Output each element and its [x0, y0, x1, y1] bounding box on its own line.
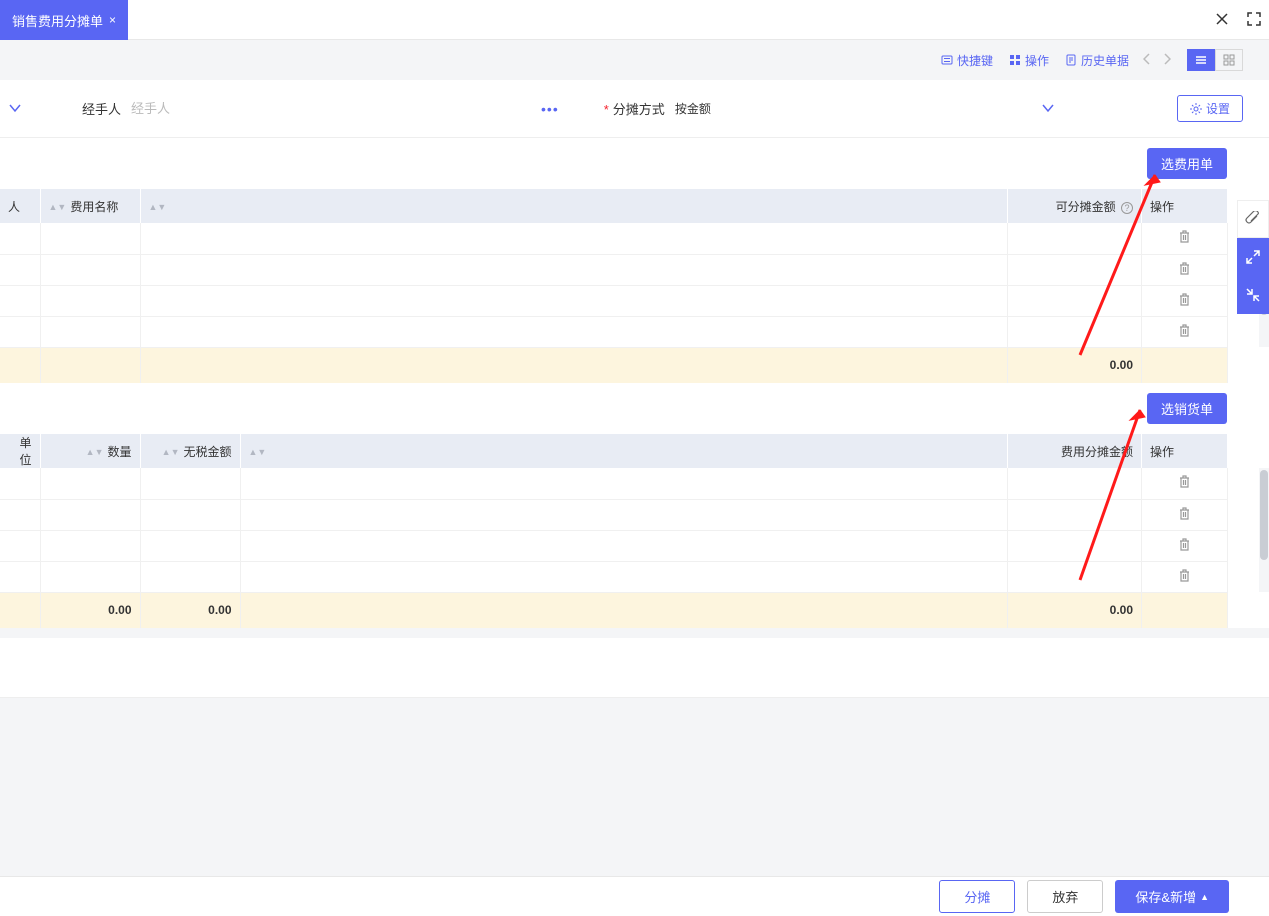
table-row[interactable]: [0, 254, 1228, 285]
table-row[interactable]: [0, 316, 1228, 347]
handler-more-icon[interactable]: •••: [541, 101, 559, 117]
attachment-icon[interactable]: [1237, 200, 1269, 238]
col-blank[interactable]: ▲▼: [140, 189, 1008, 223]
table-row[interactable]: [0, 530, 1228, 561]
form-area: 经手人 ••• *分摊方式 按金额 设置: [0, 80, 1269, 138]
table-row[interactable]: [0, 561, 1228, 592]
select-expense-button[interactable]: 选费用单: [1147, 148, 1227, 179]
toolbar-history-label: 历史单据: [1081, 52, 1129, 69]
handler-label: 经手人: [82, 99, 121, 118]
tab-bar: 销售费用分摊单 ×: [0, 0, 1269, 40]
method-chevron-icon[interactable]: [1041, 102, 1055, 116]
tab-active[interactable]: 销售费用分摊单 ×: [0, 0, 128, 40]
table-row[interactable]: [0, 223, 1228, 254]
toolbar-shortcut-label: 快捷键: [957, 52, 993, 69]
trash-icon[interactable]: [1178, 477, 1191, 491]
trash-icon[interactable]: [1178, 232, 1191, 246]
sales-table: 单位 ▲▼数量 ▲▼无税金额 ▲▼ 费用分摊金额 操作 0.000.000.00: [0, 434, 1228, 628]
col-operation2: 操作: [1142, 434, 1228, 468]
expand-out-icon[interactable]: [1237, 238, 1269, 276]
nav-next-icon[interactable]: [1159, 53, 1175, 68]
table-sum-row: 0.00: [0, 347, 1228, 383]
fullscreen-icon[interactable]: [1247, 12, 1261, 29]
table-sum-row: 0.000.000.00: [0, 592, 1228, 628]
sum-fee: 0.00: [1008, 592, 1142, 628]
footer: 分摊 放弃 保存&新增 ▲: [0, 876, 1269, 916]
select-sales-button[interactable]: 选销货单: [1147, 393, 1227, 424]
setting-button[interactable]: 设置: [1177, 95, 1243, 122]
view-list-button[interactable]: [1187, 49, 1215, 71]
table-row[interactable]: [0, 499, 1228, 530]
sum-qty: 0.00: [40, 592, 140, 628]
col-qty[interactable]: ▲▼数量: [40, 434, 140, 468]
table-row[interactable]: [0, 285, 1228, 316]
discard-button[interactable]: 放弃: [1027, 880, 1103, 913]
toolbar-shortcut[interactable]: 快捷键: [935, 52, 999, 69]
col-fee[interactable]: 费用分摊金额: [1008, 434, 1142, 468]
col-blank2[interactable]: ▲▼: [240, 434, 1008, 468]
view-grid-button[interactable]: [1215, 49, 1243, 71]
table-row[interactable]: [0, 468, 1228, 499]
sum-amount: 0.00: [1008, 347, 1142, 383]
expense-table: 人 ▲▼费用名称 ▲▼ 可分摊金额 ? 操作 0.00: [0, 189, 1228, 383]
col-unit[interactable]: 单位: [0, 434, 40, 468]
save-new-button[interactable]: 保存&新增 ▲: [1115, 880, 1229, 913]
toolbar-operate-label: 操作: [1025, 52, 1049, 69]
col-allocatable-amount[interactable]: 可分摊金额 ?: [1008, 189, 1142, 223]
toolbar-history[interactable]: 历史单据: [1059, 52, 1135, 69]
expand-in-icon[interactable]: [1237, 276, 1269, 314]
col-operation: 操作: [1142, 189, 1228, 223]
trash-icon[interactable]: [1178, 540, 1191, 554]
handler-input[interactable]: [131, 97, 531, 121]
trash-icon[interactable]: [1178, 264, 1191, 278]
toolbar: 快捷键 操作 历史单据: [0, 40, 1269, 80]
tab-close-icon[interactable]: ×: [109, 13, 116, 27]
method-value[interactable]: 按金额: [675, 100, 711, 117]
col-expense-name[interactable]: ▲▼费用名称: [40, 189, 140, 223]
info-icon[interactable]: ?: [1121, 202, 1133, 214]
allot-button[interactable]: 分摊: [939, 880, 1015, 913]
trash-icon[interactable]: [1178, 295, 1191, 309]
nav-prev-icon[interactable]: [1139, 53, 1155, 68]
scrollbar-thumb[interactable]: [1260, 470, 1268, 560]
tab-title: 销售费用分摊单: [12, 11, 103, 30]
method-label: *分摊方式: [604, 99, 665, 118]
setting-label: 设置: [1206, 100, 1230, 117]
trash-icon[interactable]: [1178, 326, 1191, 340]
form-dropdown-icon[interactable]: [8, 102, 22, 116]
save-label: 保存&新增: [1135, 887, 1196, 906]
trash-icon[interactable]: [1178, 571, 1191, 585]
col-person[interactable]: 人: [0, 189, 40, 223]
close-icon[interactable]: [1215, 12, 1229, 29]
caret-up-icon: ▲: [1200, 892, 1209, 902]
toolbar-operate[interactable]: 操作: [1003, 52, 1055, 69]
col-notax[interactable]: ▲▼无税金额: [140, 434, 240, 468]
sum-notax: 0.00: [140, 592, 240, 628]
trash-icon[interactable]: [1178, 509, 1191, 523]
